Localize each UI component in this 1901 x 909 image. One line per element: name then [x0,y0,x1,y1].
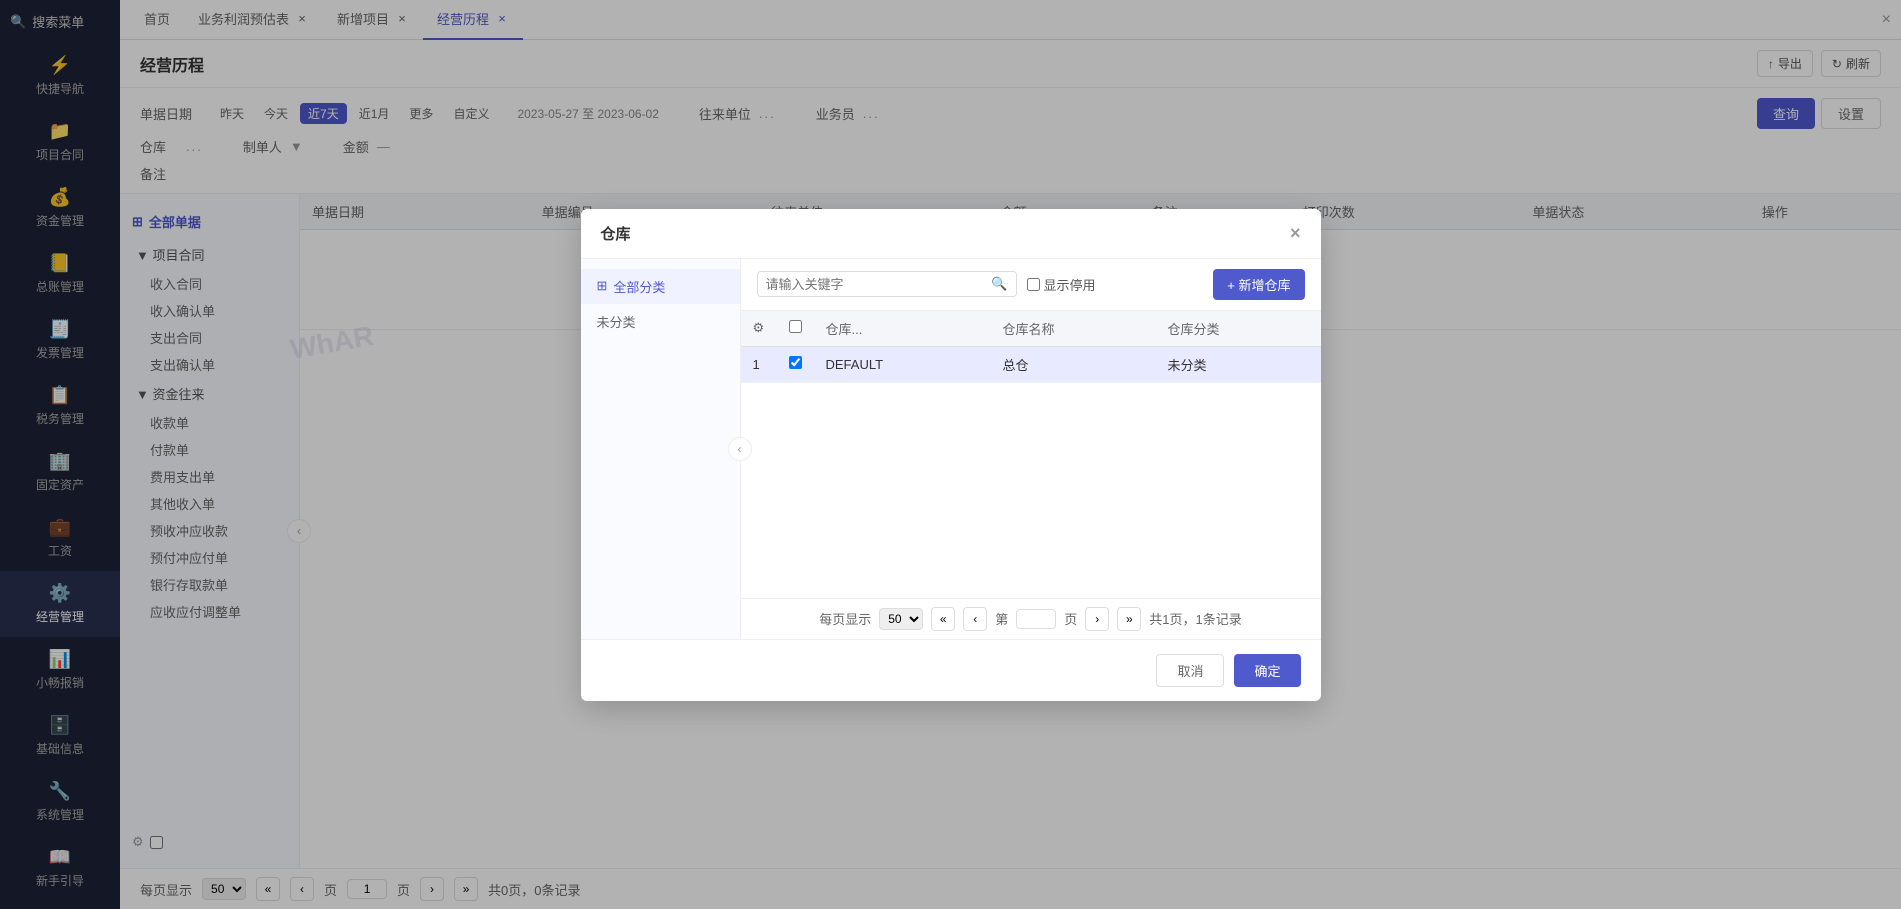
modal-header: 仓库 × [581,209,1321,259]
modal-row-no: 1 [741,346,777,382]
modal-page-next-btn[interactable]: › [1085,607,1109,631]
modal-content-wrap: ⊞ 全部分类 未分类 ‹ 🔍 [581,259,1321,639]
modal-row-checkbox [777,346,814,382]
modal-col-category: 仓库分类 [1156,311,1321,347]
modal-sidebar-all-category[interactable]: ⊞ 全部分类 [581,269,740,304]
modal-table-wrap: ⚙ 仓库... 仓库名称 [741,311,1321,598]
modal-col-name: 仓库名称 [991,311,1156,347]
modal-select-all-checkbox[interactable] [789,320,802,333]
warehouse-modal: 仓库 × ⊞ 全部分类 未分类 ‹ [581,209,1321,701]
modal-toolbar: 🔍 显示停用 + 新增仓库 [741,259,1321,311]
modal-row-code: DEFAULT [814,346,991,382]
modal-search-wrap: 🔍 [757,271,1017,297]
modal-table-row[interactable]: 1 DEFAULT 总仓 未分类 [741,346,1321,382]
modal-footer: 取消 确定 [581,639,1321,701]
modal-confirm-button[interactable]: 确定 [1234,654,1300,687]
modal-row-select-checkbox[interactable] [789,356,802,369]
modal-search-icon[interactable]: 🔍 [991,276,1007,292]
modal-page-prev-btn[interactable]: ‹ [963,607,987,631]
modal-row-category: 未分类 [1156,346,1321,382]
modal-title: 仓库 [601,223,631,244]
modal-total-info: 共1页，1条记录 [1149,609,1241,628]
modal-row-name: 总仓 [991,346,1156,382]
modal-page-first-btn[interactable]: « [931,607,955,631]
modal-pagination: 每页显示 50 « ‹ 第 1 页 › » 共1页，1条记录 [741,598,1321,639]
modal-cancel-button[interactable]: 取消 [1156,654,1224,687]
modal-close-button[interactable]: × [1290,223,1301,244]
modal-sidebar: ⊞ 全部分类 未分类 ‹ [581,259,741,639]
modal-page-word: 第 [995,609,1008,628]
modal-page-label: 页 [1064,609,1077,628]
modal-per-page-label: 每页显示 [819,609,871,628]
modal-add-button[interactable]: + 新增仓库 [1213,269,1304,300]
modal-sidebar-collapse-button[interactable]: ‹ [728,437,752,461]
modal-col-checkbox [777,311,814,347]
modal-table-area: 🔍 显示停用 + 新增仓库 ⚙ [741,259,1321,639]
modal-page-input[interactable]: 1 [1016,609,1056,629]
modal-warehouse-table: ⚙ 仓库... 仓库名称 [741,311,1321,383]
grid-icon-modal: ⊞ [597,278,608,294]
modal-per-page-select[interactable]: 50 [879,608,923,630]
modal-page-last-btn[interactable]: » [1117,607,1141,631]
modal-body: ⊞ 全部分类 未分类 ‹ 🔍 [581,259,1321,639]
modal-col-code: 仓库... [814,311,991,347]
modal-show-disabled-checkbox[interactable] [1027,278,1040,291]
col-settings-icon[interactable]: ⚙ [753,320,765,335]
modal-col-settings: ⚙ [741,311,777,347]
modal-show-disabled-label: 显示停用 [1027,275,1096,294]
modal-sidebar-uncategorized[interactable]: 未分类 [581,304,740,339]
modal-search-input[interactable] [766,277,992,292]
